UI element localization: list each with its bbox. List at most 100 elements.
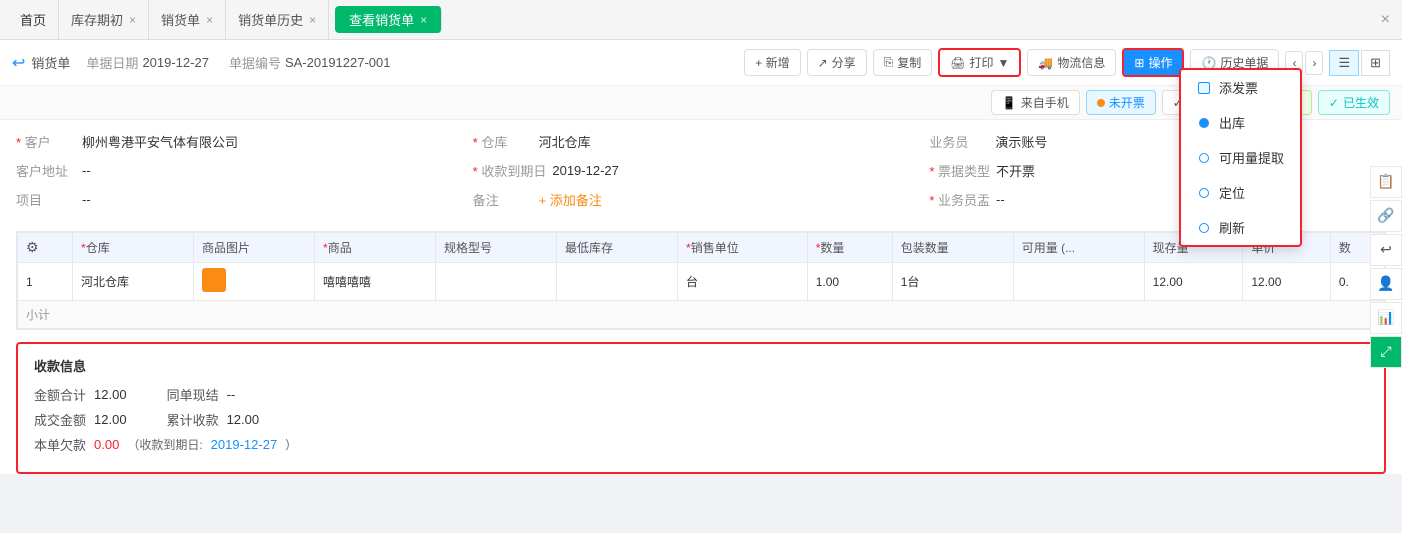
dropdown-locate[interactable]: 定位 (1181, 175, 1300, 210)
row-image (194, 263, 315, 301)
square-icon (1197, 81, 1211, 95)
address-field: 客户地址 -- (16, 161, 473, 180)
circle-empty-icon3 (1197, 221, 1211, 235)
dropdown-refresh[interactable]: 刷新 (1181, 210, 1300, 245)
payment-row-2: 成交金额 12.00 累计收款 12.00 (34, 410, 1368, 429)
doc-meta: 单据日期 2019-12-27 单据编号 SA-20191227-001 (86, 53, 390, 72)
tab-sales[interactable]: 销货单 × (149, 0, 226, 39)
staff-value: 演示账号 (995, 132, 1047, 151)
grid-view-btn[interactable]: ⊞ (1361, 50, 1390, 76)
warehouse-label: 仓库 (473, 132, 533, 151)
tab-home[interactable]: 首页 (8, 0, 59, 39)
list-view-btn[interactable]: ☰ (1329, 50, 1359, 76)
note-label: 备注 (473, 190, 533, 209)
operation-dropdown: 添发票 出库 可用量提取 定位 刷新 (1179, 68, 1302, 247)
check3-icon: ✓ (1329, 96, 1339, 110)
tab-view-sales[interactable]: 查看销货单 × (335, 6, 442, 33)
effective-status-badge[interactable]: ✓ 已生效 (1318, 90, 1390, 115)
table-row: 1 河北仓库 嘻嘻嘻嘻 台 1.00 1台 12.00 12.00 0. (18, 263, 1385, 301)
th-min-stock: 最低库存 (557, 233, 678, 263)
close-view-tab[interactable]: × (420, 13, 427, 27)
share-icon: ↗ (818, 56, 828, 70)
th-spec: 规格型号 (436, 233, 557, 263)
right-sidebar: 📋 🔗 ↩ 👤 📊 ⤢ (1370, 166, 1402, 368)
deal-amount-label: 成交金额 (34, 410, 86, 429)
ticket-value: 不开票 (996, 161, 1035, 180)
number-meta: 单据编号 SA-20191227-001 (229, 53, 391, 72)
share-btn[interactable]: ↗ 分享 (807, 49, 867, 76)
close-window-btn[interactable]: × (1381, 11, 1390, 29)
th-settings[interactable]: ⚙ (18, 233, 73, 263)
add-note-btn[interactable]: 添加备注 (539, 190, 602, 209)
th-unit: *销售单位 (678, 233, 808, 263)
view-btns: ☰ ⊞ (1329, 50, 1390, 76)
same-order-value: -- (227, 387, 236, 402)
address-label: 客户地址 (16, 161, 76, 180)
logistics-btn[interactable]: 🚚 物流信息 (1027, 49, 1116, 76)
sidebar-expand-icon[interactable]: ⤢ (1370, 336, 1402, 368)
print-dropdown-icon: ▼ (998, 56, 1010, 70)
circle-empty-icon2 (1197, 186, 1211, 200)
row-warehouse: 河北仓库 (73, 263, 194, 301)
tab-sales-history[interactable]: 销货单历史 × (226, 0, 329, 39)
staff-field: 业务员 演示账号 (929, 132, 1386, 151)
customer-field: 客户 柳州粤港平安气体有限公司 (16, 132, 473, 151)
dropdown-available-qty[interactable]: 可用量提取 (1181, 140, 1300, 175)
subtotal-row: 小计 (18, 301, 1385, 329)
sidebar-link-icon[interactable]: 🔗 (1370, 200, 1402, 232)
copy-btn[interactable]: ⎘ 复制 (873, 49, 933, 76)
sidebar-doc-icon[interactable]: 📋 (1370, 166, 1402, 198)
mobile-icon: 📱 (1002, 96, 1017, 110)
open-status-badge[interactable]: 未开票 (1086, 90, 1156, 115)
toolbar-left: ↩ 销货单 单据日期 2019-12-27 单据编号 SA-20191227-0… (12, 53, 736, 73)
address-value: -- (82, 163, 91, 178)
mobile-btn[interactable]: 📱 来自手机 (991, 90, 1080, 115)
total-received-value: 12.00 (227, 412, 260, 427)
tab-inventory[interactable]: 库存期初 × (59, 0, 149, 39)
th-product: *商品 (315, 233, 436, 263)
close-history-tab[interactable]: × (309, 13, 316, 27)
doc-title: ↩ 销货单 (12, 53, 70, 73)
product-image (202, 268, 226, 292)
settings-icon: ⚙ (26, 239, 39, 255)
row-seq: 1 (18, 263, 73, 301)
new-btn[interactable]: + 新增 (744, 49, 800, 76)
dropdown-out-stock[interactable]: 出库 (1181, 105, 1300, 140)
subtotal-label: 小计 (18, 301, 1385, 329)
th-warehouse: *仓库 (73, 233, 194, 263)
owed-note-end: ） (285, 436, 297, 453)
grid-icon: ⊞ (1134, 56, 1144, 70)
date-meta: 单据日期 2019-12-27 (86, 53, 209, 72)
sidebar-user-icon[interactable]: 👤 (1370, 268, 1402, 300)
row-product: 嘻嘻嘻嘻 (315, 263, 436, 301)
project-value: -- (82, 192, 91, 207)
payment-info: 收款信息 金额合计 12.00 同单现结 -- 成交金额 12.00 累计收款 … (16, 342, 1386, 474)
sidebar-chart-icon[interactable]: 📊 (1370, 302, 1402, 334)
row-unit-price: 12.00 (1243, 263, 1331, 301)
close-inventory-tab[interactable]: × (129, 13, 136, 27)
owed-label: 本单欠款 (34, 435, 86, 454)
row-min-stock (557, 263, 678, 301)
sidebar-back-icon[interactable]: ↩ (1370, 234, 1402, 266)
th-image: 商品图片 (194, 233, 315, 263)
payment-row-1: 金额合计 12.00 同单现结 -- (34, 385, 1368, 404)
staff2-field: 业务员盂 -- (929, 190, 1386, 209)
owed-item: 本单欠款 0.00 （收款到期日: 2019-12-27 ） (34, 435, 297, 454)
staff2-label: 业务员盂 (929, 190, 990, 209)
next-btn[interactable]: › (1305, 51, 1323, 75)
doc-type-label: 销货单 (31, 53, 70, 72)
total-amount-value: 12.00 (94, 387, 127, 402)
operation-btn[interactable]: ⊞ 操作 (1122, 48, 1184, 77)
number-value: SA-20191227-001 (285, 55, 391, 70)
close-sales-tab[interactable]: × (206, 13, 213, 27)
total-received-item: 累计收款 12.00 (167, 410, 260, 429)
payment-title: 收款信息 (34, 356, 1368, 375)
customer-label: 客户 (16, 132, 76, 151)
row-available (1013, 263, 1144, 301)
warehouse-value: 河北仓库 (539, 132, 591, 151)
print-btn[interactable]: 🖨 打印 ▼ (938, 48, 1021, 77)
row-unit: 台 (678, 263, 808, 301)
circle-empty-icon1 (1197, 151, 1211, 165)
dropdown-add-invoice[interactable]: 添发票 (1181, 70, 1300, 105)
due-date-label: 收款到期日 (473, 161, 547, 180)
